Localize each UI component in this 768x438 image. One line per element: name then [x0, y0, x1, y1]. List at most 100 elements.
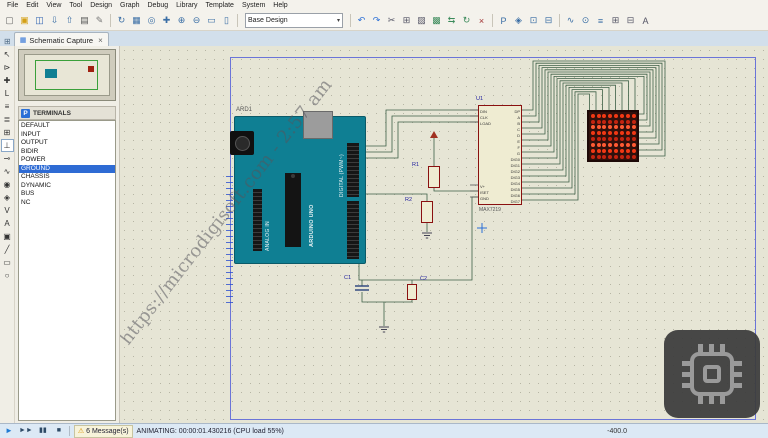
menu-tool[interactable]: Tool	[65, 2, 86, 9]
new-file-button[interactable]: ▢	[2, 13, 17, 28]
terminal-item-dynamic[interactable]: DYNAMIC	[19, 182, 115, 191]
resistor-r2[interactable]	[421, 201, 433, 223]
block-move-button[interactable]: ⇆	[444, 13, 459, 28]
redo-button[interactable]: ↷	[369, 13, 384, 28]
undo-button[interactable]: ↶	[354, 13, 369, 28]
menu-debug[interactable]: Debug	[144, 2, 173, 9]
terminal-item-nc[interactable]: NC	[19, 199, 115, 208]
menu-view[interactable]: View	[42, 2, 65, 9]
led-dot	[602, 137, 607, 142]
search-tag-button[interactable]: ⊙	[578, 13, 593, 28]
import-button[interactable]: ⇩	[47, 13, 62, 28]
design-selector[interactable]: Base Design ▾	[245, 13, 343, 28]
zoom-all-button[interactable]: ▭	[204, 13, 219, 28]
led-matrix[interactable]	[587, 110, 639, 162]
u1-pin-load: LOAD	[480, 120, 491, 126]
menu-help[interactable]: Help	[269, 2, 291, 9]
pause-button[interactable]: ▮▮	[37, 425, 49, 437]
led-dot	[596, 143, 601, 148]
subcircuit-mode-button[interactable]: ⊞	[1, 126, 14, 139]
pan-button[interactable]: ✚	[159, 13, 174, 28]
tab-close-icon[interactable]: ×	[98, 36, 103, 45]
terminal-mode-button[interactable]: ⊥	[0, 139, 14, 152]
decompose-button[interactable]: ⊟	[541, 13, 556, 28]
capacitor-c2[interactable]	[407, 284, 417, 300]
grid-toggle-button[interactable]: ▦	[129, 13, 144, 28]
box-2d-mode-button[interactable]: ▭	[1, 256, 14, 269]
line-2d-mode-button[interactable]: ╱	[1, 243, 14, 256]
circle-2d-mode-button[interactable]: ○	[1, 269, 14, 282]
print-button[interactable]: ▤	[77, 13, 92, 28]
text-script-mode-button[interactable]: ≡	[1, 100, 14, 113]
design-selector-value: Base Design	[248, 17, 288, 24]
generator-mode-button[interactable]: ◈	[1, 191, 14, 204]
stop-button[interactable]: ■	[53, 425, 65, 437]
terminal-item-bidir[interactable]: BIDIR	[19, 148, 115, 157]
step-button[interactable]: ►►	[19, 425, 33, 437]
zoom-in-button[interactable]: ⊕	[174, 13, 189, 28]
zoom-out-button[interactable]: ⊖	[189, 13, 204, 28]
paste-button[interactable]: ▨	[414, 13, 429, 28]
cut-button[interactable]: ✂	[384, 13, 399, 28]
selection-mode-button[interactable]: ↖	[1, 48, 14, 61]
open-project-button[interactable]: ▣	[17, 13, 32, 28]
origin-button[interactable]: ◎	[144, 13, 159, 28]
overview-window[interactable]	[18, 49, 116, 101]
wire-autorouter-button[interactable]: ∿	[563, 13, 578, 28]
toolbar-separator	[237, 14, 238, 27]
u1-part-label: MAX7219	[479, 207, 501, 213]
led-dot	[602, 119, 607, 124]
graph-mode-button[interactable]: ∿	[1, 165, 14, 178]
save-project-button[interactable]: ◫	[32, 13, 47, 28]
device-pin-mode-button[interactable]: ⊸	[1, 152, 14, 165]
zoom-area-button[interactable]: ▯	[219, 13, 234, 28]
block-delete-button[interactable]: ×	[474, 13, 489, 28]
led-dot	[596, 137, 601, 142]
terminal-item-output[interactable]: OUTPUT	[19, 139, 115, 148]
arduino-board[interactable]: ANALOG IN DIGITAL (PWM~) ARDUINO UNO	[226, 111, 366, 307]
terminal-item-bus[interactable]: BUS	[19, 190, 115, 199]
mark-region-button[interactable]: ✎	[92, 13, 107, 28]
pick-icon[interactable]: P	[21, 108, 30, 118]
property-assignment-button[interactable]: ≡	[593, 13, 608, 28]
wire-label-mode-button[interactable]: L	[1, 87, 14, 100]
terminal-item-power[interactable]: POWER	[19, 156, 115, 165]
text-edit-button[interactable]: A	[638, 13, 653, 28]
instrument-mode-button[interactable]: ▣	[1, 230, 14, 243]
new-sheet-button[interactable]: ⊞	[608, 13, 623, 28]
block-rotate-button[interactable]: ↻	[459, 13, 474, 28]
packaging-button[interactable]: ⊡	[526, 13, 541, 28]
terminal-item-ground[interactable]: GROUND	[19, 164, 115, 173]
export-button[interactable]: ⇧	[62, 13, 77, 28]
copy-button[interactable]: ⊞	[399, 13, 414, 28]
menu-design[interactable]: Design	[86, 2, 116, 9]
tape-recorder-mode-button[interactable]: ◉	[1, 178, 14, 191]
led-dot	[626, 113, 630, 118]
block-copy-button[interactable]: ▩	[429, 13, 444, 28]
component-mode-button[interactable]: ⊳	[1, 61, 14, 74]
menu-edit[interactable]: Edit	[22, 2, 42, 9]
menu-library[interactable]: Library	[172, 2, 201, 9]
led-dot	[626, 131, 630, 136]
bus-mode-button[interactable]: ≣	[1, 113, 14, 126]
resistor-r1[interactable]	[428, 166, 440, 188]
junction-dot-mode-button[interactable]: ✚	[1, 74, 14, 87]
tab-schematic-capture[interactable]: ▦ Schematic Capture ×	[13, 32, 109, 47]
menu-graph[interactable]: Graph	[116, 2, 143, 9]
play-button[interactable]: ►	[3, 425, 15, 437]
redraw-button[interactable]: ↻	[114, 13, 129, 28]
messages-chip[interactable]: ⚠ 6 Message(s)	[73, 424, 133, 438]
menu-system[interactable]: System	[238, 2, 269, 9]
make-device-button[interactable]: ◈	[511, 13, 526, 28]
schematic-canvas[interactable]: ARD1 ANALOG IN DIGITAL (PWM~) ARDUINO UN…	[120, 46, 768, 424]
terminal-item-default[interactable]: DEFAULT	[19, 122, 115, 131]
terminal-item-chassis[interactable]: CHASSIS	[19, 173, 115, 182]
max7219-chip[interactable]: DIN CLK LOAD V+ ISET GND DP A B C D E F G DIG0 DIG1 DIG2…	[478, 105, 522, 205]
voltage-probe-mode-button[interactable]: V	[1, 204, 14, 217]
menu-template[interactable]: Template	[202, 2, 238, 9]
menu-file[interactable]: File	[3, 2, 22, 9]
terminal-item-input[interactable]: INPUT	[19, 131, 115, 140]
pick-parts-button[interactable]: P	[496, 13, 511, 28]
current-probe-mode-button[interactable]: A	[1, 217, 14, 230]
remove-sheet-button[interactable]: ⊟	[623, 13, 638, 28]
